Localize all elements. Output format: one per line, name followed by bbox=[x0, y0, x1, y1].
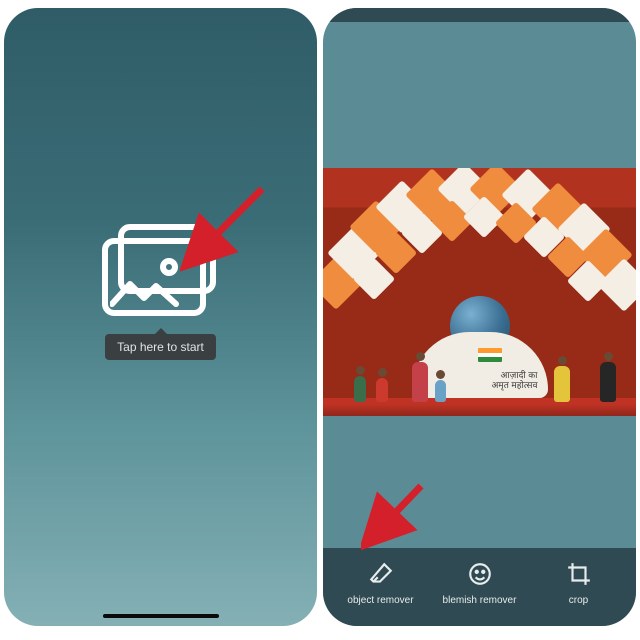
tool-object-remover[interactable]: object remover bbox=[331, 561, 430, 606]
editor-top-bar bbox=[323, 8, 636, 22]
annotation-arrow-left bbox=[180, 183, 270, 273]
plinth-text-1: आज़ादी का bbox=[491, 370, 537, 380]
home-indicator bbox=[103, 614, 219, 618]
tool-blemish-remover[interactable]: blemish remover bbox=[430, 561, 529, 606]
editor-screen: आज़ादी का अमृत महोत्सव ob bbox=[323, 8, 636, 626]
loaded-photo: आज़ादी का अमृत महोत्सव bbox=[323, 168, 636, 416]
tool-label: object remover bbox=[347, 595, 413, 606]
editor-toolbar: object remover blemish remover crop bbox=[323, 548, 636, 626]
annotation-arrow-right bbox=[361, 480, 431, 550]
editor-canvas[interactable]: आज़ादी का अमृत महोत्सव bbox=[323, 22, 636, 548]
tool-label: crop bbox=[569, 595, 588, 606]
eraser-icon bbox=[368, 561, 394, 590]
face-icon bbox=[467, 561, 493, 590]
plinth-text-2: अमृत महोत्सव bbox=[491, 380, 537, 390]
start-screen: Tap here to start bbox=[4, 8, 317, 626]
tool-crop[interactable]: crop bbox=[529, 561, 628, 606]
tool-label: blemish remover bbox=[443, 595, 517, 606]
start-tooltip: Tap here to start bbox=[105, 334, 216, 360]
crop-icon bbox=[566, 561, 592, 590]
